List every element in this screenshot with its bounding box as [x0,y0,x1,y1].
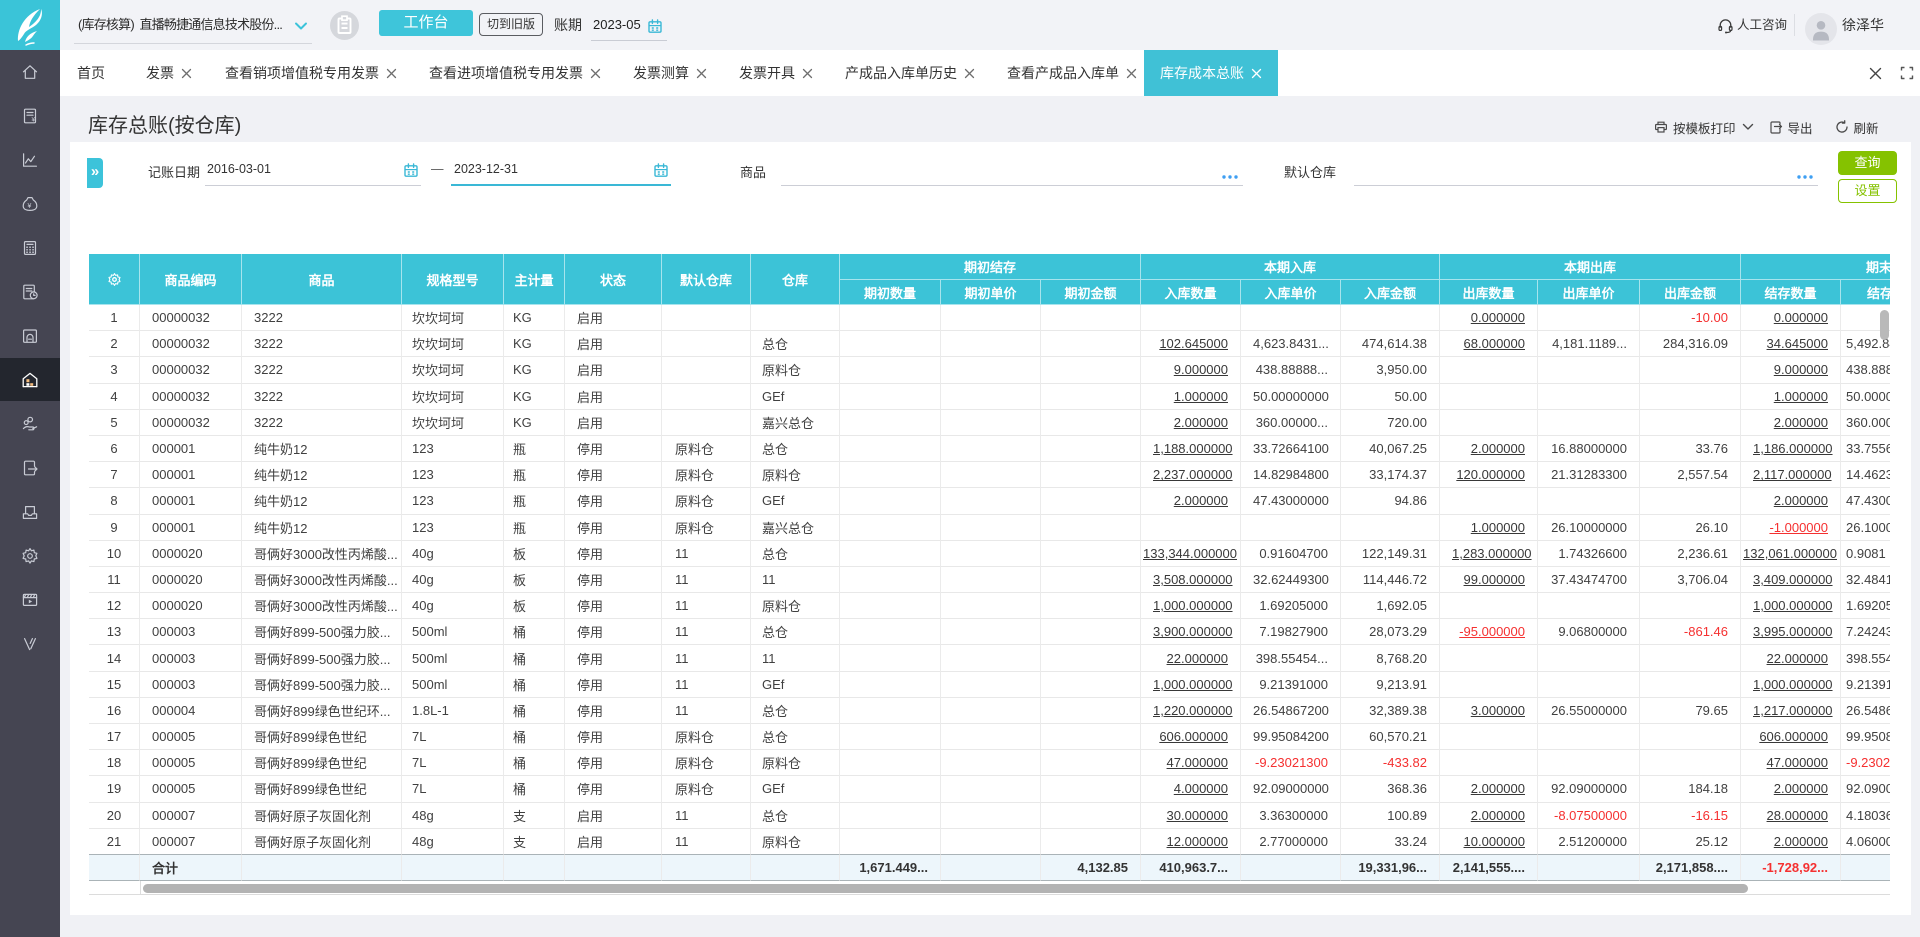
svg-text:¥: ¥ [32,116,36,123]
svg-text:¥: ¥ [28,203,32,210]
